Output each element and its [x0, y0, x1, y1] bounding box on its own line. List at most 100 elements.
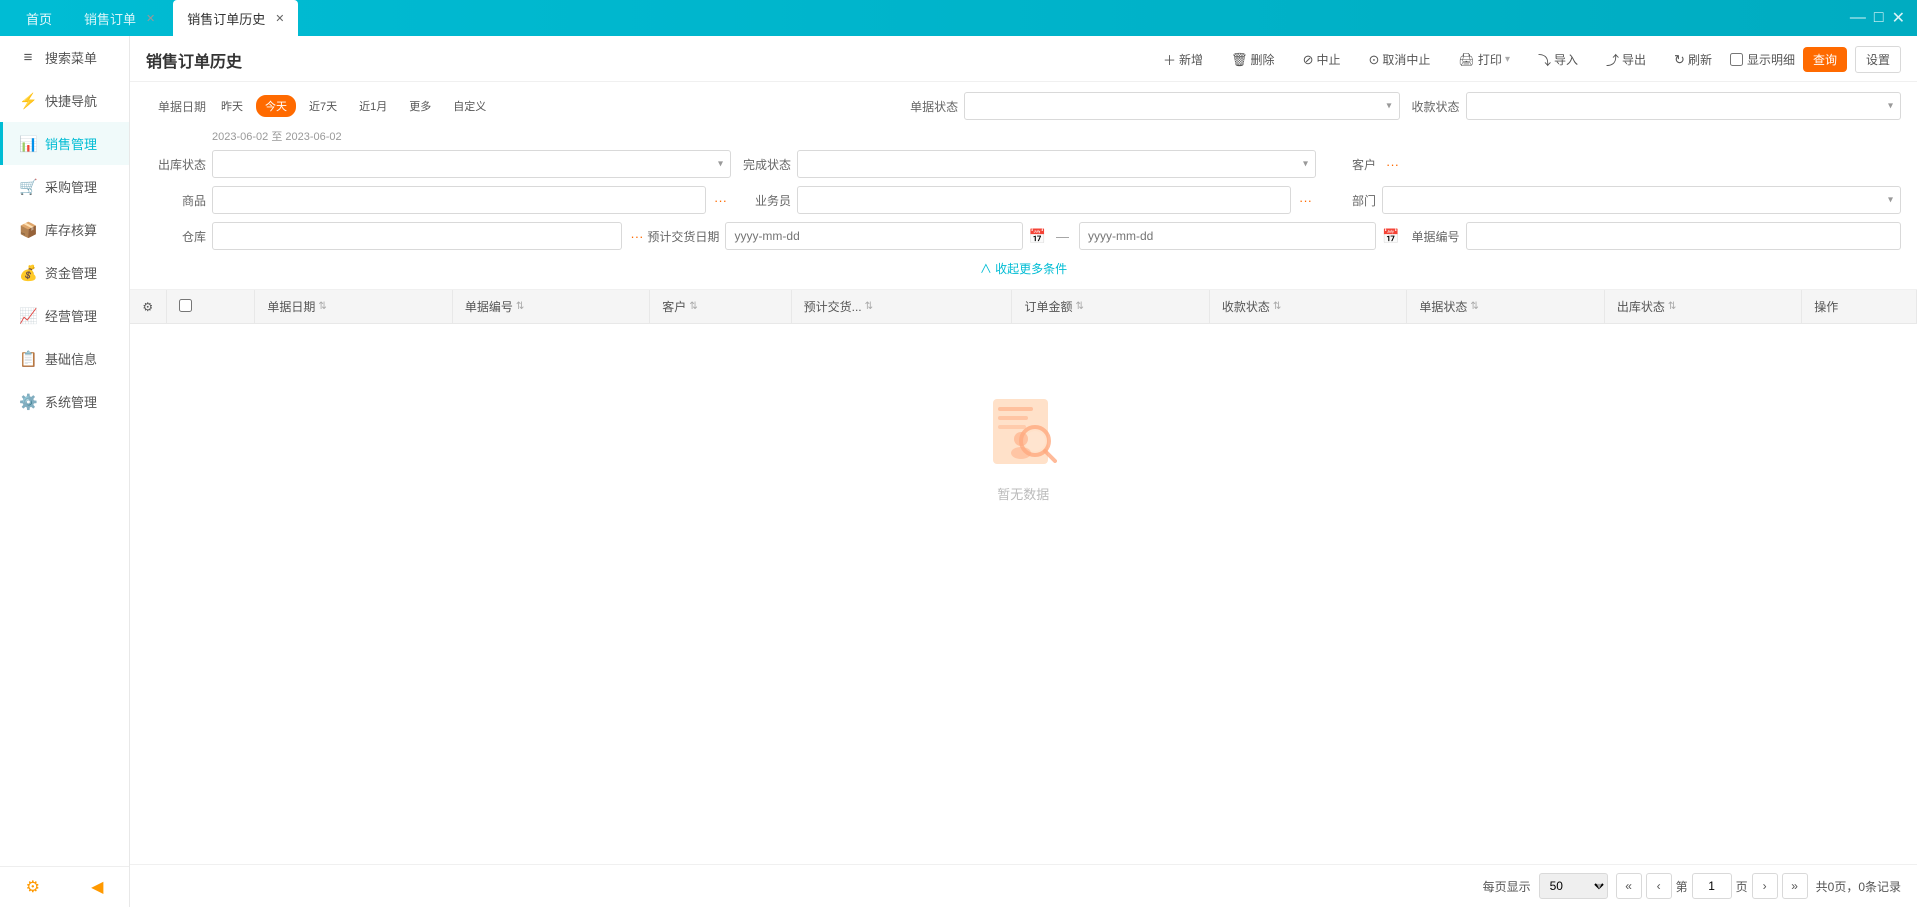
- tab-sales-order-close[interactable]: ✕: [146, 12, 155, 25]
- sidebar-collapse-icon[interactable]: ◀: [91, 877, 103, 897]
- query-button[interactable]: 查询: [1803, 47, 1847, 72]
- display-toggle-checkbox[interactable]: [1730, 53, 1743, 66]
- date-start-calendar-icon[interactable]: 📅: [1029, 228, 1046, 245]
- th-payment-status-label: 收款状态: [1222, 298, 1270, 315]
- import-button[interactable]: ⤵ 导入: [1528, 46, 1588, 73]
- salesperson-ellipsis[interactable]: ···: [1295, 193, 1316, 208]
- sidebar-item-quick-nav[interactable]: ⚡ 快捷导航: [0, 79, 129, 122]
- th-date[interactable]: 单据日期 ⇅: [255, 290, 452, 324]
- cancel-stop-icon: ⊙: [1368, 52, 1379, 68]
- date-pill-custom[interactable]: 自定义: [444, 95, 495, 117]
- sidebar-item-finance-mgmt-label: 资金管理: [45, 263, 97, 282]
- last-page-btn[interactable]: »: [1782, 873, 1808, 899]
- department-select[interactable]: [1382, 186, 1901, 214]
- th-expected-date-label: 预计交货...: [804, 298, 862, 315]
- sidebar-item-inventory-calc-label: 库存核算: [45, 220, 97, 239]
- date-pill-yesterday[interactable]: 昨天: [212, 95, 252, 117]
- page-size-label: 每页显示: [1483, 878, 1531, 895]
- delete-icon: 🗑: [1231, 52, 1248, 68]
- expected-date-start[interactable]: [725, 222, 1022, 250]
- sidebar-item-ops-mgmt[interactable]: 📈 经营管理: [0, 294, 129, 337]
- th-order-status-label: 单据状态: [1419, 298, 1467, 315]
- th-order-no[interactable]: 单据编号 ⇅: [452, 290, 649, 324]
- department-label: 部门: [1316, 192, 1376, 209]
- stop-button[interactable]: ⊘ 中止: [1293, 47, 1351, 72]
- th-customer-sort-icon: ⇅: [689, 301, 697, 312]
- close-btn[interactable]: ✕: [1892, 8, 1905, 28]
- empty-text: 暂无数据: [997, 484, 1049, 503]
- page-size-select[interactable]: 10 20 50 100: [1539, 873, 1608, 899]
- expected-date-end[interactable]: [1079, 222, 1376, 250]
- sidebar-item-purchase-mgmt[interactable]: 🛒 采购管理: [0, 165, 129, 208]
- total-info: 共0页，0条记录: [1816, 878, 1901, 895]
- page-number-input[interactable]: [1692, 873, 1732, 899]
- warehouse-input[interactable]: [212, 222, 622, 250]
- date-end-calendar-icon[interactable]: 📅: [1382, 228, 1399, 245]
- sidebar-item-sales-mgmt[interactable]: 📊 销售管理: [0, 122, 129, 165]
- tab-home[interactable]: 首页: [12, 0, 66, 36]
- sidebar-item-search-menu[interactable]: ≡ 搜索菜单: [0, 36, 129, 79]
- th-payment-status[interactable]: 收款状态 ⇅: [1209, 290, 1406, 324]
- tab-sales-order-history[interactable]: 销售订单历史 ✕: [173, 0, 298, 36]
- sidebar-item-sales-mgmt-label: 销售管理: [45, 134, 97, 153]
- date-pill-last7[interactable]: 近7天: [300, 95, 346, 117]
- minimize-btn[interactable]: —: [1850, 9, 1866, 27]
- date-pill-today[interactable]: 今天: [256, 95, 296, 117]
- th-settings[interactable]: ⚙: [130, 290, 166, 324]
- display-toggle[interactable]: 显示明细: [1730, 51, 1795, 68]
- tab-bar: 首页 销售订单 ✕ 销售订单历史 ✕: [12, 0, 1850, 36]
- filter-row-2: 出库状态 ▾ 完成状态 ▾ 客户 ···: [146, 150, 1901, 178]
- order-no-input[interactable]: [1466, 222, 1901, 250]
- settings-gear-icon[interactable]: ⚙: [142, 300, 153, 314]
- maximize-btn[interactable]: □: [1874, 9, 1884, 27]
- tab-sales-order[interactable]: 销售订单 ✕: [70, 0, 169, 36]
- th-customer[interactable]: 客户 ⇅: [650, 290, 791, 324]
- tab-sales-order-label: 销售订单: [84, 9, 136, 28]
- order-status-select[interactable]: [964, 92, 1399, 120]
- th-order-no-sort-icon: ⇅: [516, 301, 524, 312]
- date-pill-more[interactable]: 更多: [400, 95, 440, 117]
- delete-button[interactable]: 🗑 删除: [1221, 47, 1285, 72]
- customer-ellipsis[interactable]: ···: [1382, 157, 1403, 172]
- settings-button[interactable]: 设置: [1855, 46, 1901, 73]
- warehouse-ellipsis[interactable]: ···: [626, 229, 647, 244]
- next-page-btn[interactable]: ›: [1752, 873, 1778, 899]
- delivery-status-select[interactable]: [212, 150, 731, 178]
- prev-page-btn[interactable]: ‹: [1646, 873, 1672, 899]
- page-header: 销售订单历史 ＋ 新增 🗑 删除 ⊘ 中止 ⊙ 取消中止: [130, 36, 1917, 82]
- filter-completion-status: 完成状态 ▾: [731, 150, 1316, 178]
- goods-input[interactable]: [212, 186, 706, 214]
- sidebar-item-inventory-calc[interactable]: 📦 库存核算: [0, 208, 129, 251]
- th-amount-sort-icon: ⇅: [1075, 301, 1083, 312]
- sidebar-item-sys-mgmt[interactable]: ⚙️ 系统管理: [0, 380, 129, 423]
- refresh-button[interactable]: ↻ 刷新: [1664, 47, 1722, 72]
- th-order-status[interactable]: 单据状态 ⇅: [1407, 290, 1604, 324]
- sidebar-item-basic-info[interactable]: 📋 基础信息: [0, 337, 129, 380]
- new-button[interactable]: ＋ 新增: [1153, 46, 1213, 73]
- stop-icon: ⊘: [1303, 52, 1314, 68]
- select-all-checkbox[interactable]: [179, 299, 192, 312]
- sidebar-item-finance-mgmt[interactable]: 💰 资金管理: [0, 251, 129, 294]
- completion-status-select[interactable]: [797, 150, 1316, 178]
- th-delivery-status[interactable]: 出库状态 ⇅: [1604, 290, 1801, 324]
- salesperson-input[interactable]: [797, 186, 1291, 214]
- first-page-btn[interactable]: «: [1616, 873, 1642, 899]
- payment-status-select[interactable]: [1466, 92, 1901, 120]
- delete-label: 删除: [1251, 51, 1275, 68]
- cancel-stop-button[interactable]: ⊙ 取消中止: [1358, 47, 1440, 72]
- date-pills: 昨天 今天 近7天 近1月 更多 自定义: [212, 95, 495, 117]
- th-amount[interactable]: 订单金额 ⇅: [1012, 290, 1209, 324]
- goods-ellipsis[interactable]: ···: [710, 193, 731, 208]
- print-button[interactable]: 🖨 打印 ▾: [1448, 47, 1520, 72]
- th-expected-date[interactable]: 预计交货... ⇅: [791, 290, 1012, 324]
- date-pill-last30[interactable]: 近1月: [350, 95, 396, 117]
- export-button[interactable]: ⤴ 导出: [1596, 46, 1656, 73]
- sidebar-settings-icon[interactable]: ⚙: [26, 877, 40, 897]
- tab-sales-order-history-close[interactable]: ✕: [275, 12, 284, 25]
- th-customer-label: 客户: [662, 298, 686, 315]
- page-label-end: 页: [1736, 878, 1748, 895]
- th-actions: 操作: [1802, 290, 1917, 324]
- main-layout: ≡ 搜索菜单 ⚡ 快捷导航 📊 销售管理 🛒 采购管理 📦 库存核算 💰 资金管…: [0, 36, 1917, 907]
- filter-salesperson: 业务员 ···: [731, 186, 1316, 214]
- collapse-more-row[interactable]: ∧ 收起更多条件: [146, 258, 1901, 279]
